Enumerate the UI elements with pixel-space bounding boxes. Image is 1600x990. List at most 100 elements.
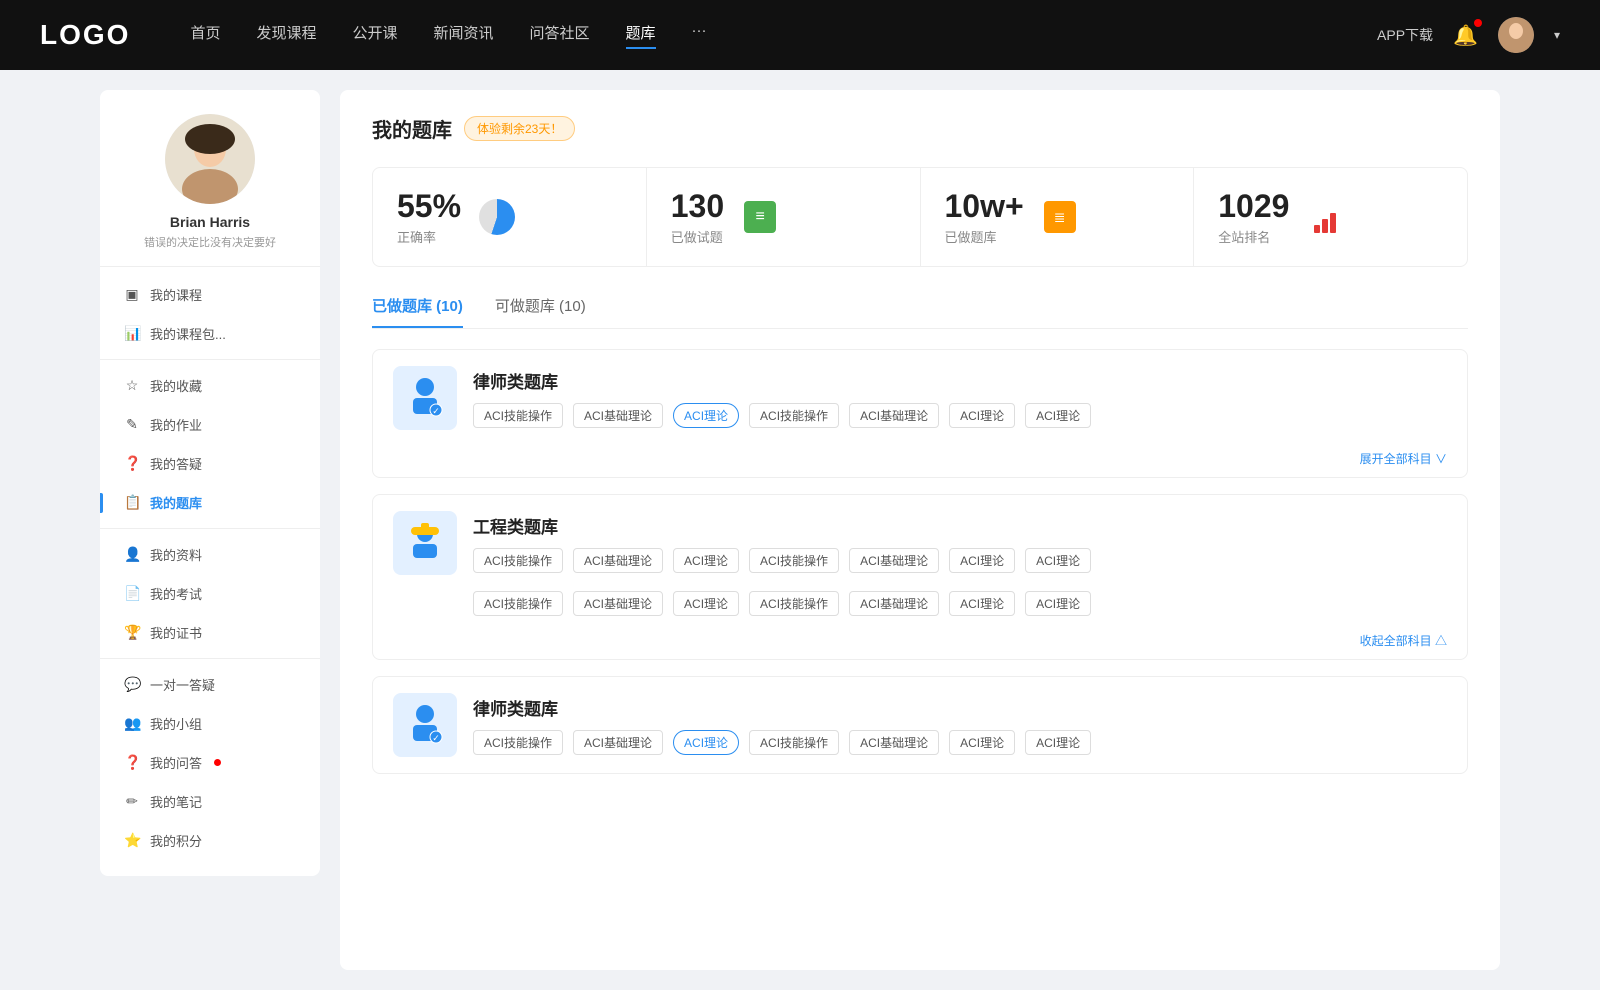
- stat-rank-label: 全站排名: [1218, 227, 1289, 246]
- sidebar-item-notes[interactable]: ✏ 我的笔记: [100, 782, 320, 821]
- stat-banks-value: 10w+: [945, 188, 1024, 225]
- bank-card-1-info: 律师类题库 ACI技能操作 ACI基础理论 ACI理论 ACI技能操作 ACI基…: [473, 368, 1447, 428]
- points-icon: ⭐: [124, 832, 140, 849]
- bank-tag[interactable]: ACI理论: [1025, 403, 1091, 428]
- sidebar-item-bank[interactable]: 📋 我的题库: [100, 483, 320, 522]
- bank-card-2-header: 工程类题库 ACI技能操作 ACI基础理论 ACI理论 ACI技能操作 ACI基…: [373, 495, 1467, 591]
- bank-card-3: ✓ 律师类题库 ACI技能操作 ACI基础理论 ACI理论 ACI技能操作 AC…: [372, 676, 1468, 774]
- sidebar-divider-1: [100, 359, 320, 360]
- stat-done-value: 130: [671, 188, 724, 225]
- svg-text:✓: ✓: [432, 406, 440, 416]
- bank-tag[interactable]: ACI技能操作: [473, 548, 563, 573]
- stat-accuracy: 55% 正确率: [373, 168, 647, 266]
- bank-tag[interactable]: ACI技能操作: [749, 403, 839, 428]
- sidebar: Brian Harris 错误的决定比没有决定要好 ▣ 我的课程 📊 我的课程包…: [100, 90, 320, 876]
- nav-home[interactable]: 首页: [190, 22, 220, 49]
- sidebar-menu: ▣ 我的课程 📊 我的课程包... ☆ 我的收藏 ✎ 我的作业 ❓ 我的答疑 📋: [100, 275, 320, 860]
- trial-badge[interactable]: 体验剩余23天！: [464, 116, 575, 141]
- bank-tag[interactable]: ACI技能操作: [749, 591, 839, 616]
- sidebar-item-label: 我的问答: [150, 753, 202, 772]
- avatar[interactable]: [1498, 17, 1534, 53]
- nav-more[interactable]: ···: [692, 22, 707, 49]
- bank-tag[interactable]: ACI技能操作: [473, 591, 563, 616]
- nav-bank[interactable]: 题库: [626, 22, 656, 49]
- sidebar-item-group[interactable]: 👥 我的小组: [100, 704, 320, 743]
- bank-tag[interactable]: ACI理论: [949, 548, 1015, 573]
- sidebar-item-label: 我的课程: [150, 285, 202, 304]
- sidebar-item-my-qa[interactable]: ❓ 我的问答: [100, 743, 320, 782]
- bar2: [1322, 219, 1328, 233]
- bank-tag[interactable]: ACI理论: [673, 591, 739, 616]
- bank-tag[interactable]: ACI基础理论: [849, 403, 939, 428]
- bank-tag[interactable]: ACI基础理论: [849, 548, 939, 573]
- group-icon: 👥: [124, 715, 140, 732]
- bank-tag[interactable]: ACI基础理论: [573, 730, 663, 755]
- bank-tag[interactable]: ACI技能操作: [749, 730, 839, 755]
- bank-tag[interactable]: ACI理论: [949, 591, 1015, 616]
- bank-card-3-header: ✓ 律师类题库 ACI技能操作 ACI基础理论 ACI理论 ACI技能操作 AC…: [373, 677, 1467, 773]
- sidebar-item-profile[interactable]: 👤 我的资料: [100, 535, 320, 574]
- user-chevron-icon[interactable]: ▾: [1554, 28, 1560, 42]
- sidebar-item-tutor[interactable]: 💬 一对一答疑: [100, 665, 320, 704]
- tab-done[interactable]: 已做题库 (10): [372, 295, 463, 328]
- notification-bell[interactable]: 🔔: [1453, 23, 1478, 48]
- bank-card-2-title: 工程类题库: [473, 513, 1447, 538]
- nav-news[interactable]: 新闻资讯: [434, 22, 494, 49]
- bank-tag[interactable]: ACI技能操作: [473, 403, 563, 428]
- bank-tag[interactable]: ACI基础理论: [573, 591, 663, 616]
- page-title: 我的题库: [372, 114, 452, 143]
- nav-discover[interactable]: 发现课程: [256, 22, 316, 49]
- stat-done-questions: 130 已做试题 ≡: [647, 168, 921, 266]
- bank-card-2-collapse[interactable]: 收起全部科目 △: [373, 628, 1467, 659]
- sidebar-profile: Brian Harris 错误的决定比没有决定要好: [100, 114, 320, 267]
- profile-icon: 👤: [124, 546, 140, 563]
- stat-rank-value: 1029: [1218, 188, 1289, 225]
- sidebar-item-label: 我的笔记: [150, 792, 202, 811]
- bank-tag[interactable]: ACI理论: [673, 548, 739, 573]
- notes-icon: ✏: [124, 793, 140, 810]
- bank-tag[interactable]: ACI技能操作: [749, 548, 839, 573]
- bank-tag[interactable]: ACI技能操作: [473, 730, 563, 755]
- sidebar-item-favorites[interactable]: ☆ 我的收藏: [100, 366, 320, 405]
- bank-tag[interactable]: ACI理论: [949, 403, 1015, 428]
- bank-tag[interactable]: ACI基础理论: [573, 403, 663, 428]
- sidebar-motto: 错误的决定比没有决定要好: [128, 234, 292, 250]
- bank-card-3-info: 律师类题库 ACI技能操作 ACI基础理论 ACI理论 ACI技能操作 ACI基…: [473, 695, 1447, 755]
- nav-qa[interactable]: 问答社区: [530, 22, 590, 49]
- bank-tag[interactable]: ACI基础理论: [849, 730, 939, 755]
- sidebar-item-exam[interactable]: 📄 我的考试: [100, 574, 320, 613]
- stat-accuracy-value: 55%: [397, 188, 461, 225]
- sidebar-item-questions[interactable]: ❓ 我的答疑: [100, 444, 320, 483]
- bank-tag[interactable]: ACI理论: [1025, 591, 1091, 616]
- bank-tag[interactable]: ACI理论: [1025, 548, 1091, 573]
- tab-available[interactable]: 可做题库 (10): [495, 295, 586, 328]
- bank-tag-active[interactable]: ACI理论: [673, 730, 739, 755]
- stat-done-label: 已做试题: [671, 227, 724, 246]
- sidebar-item-points[interactable]: ⭐ 我的积分: [100, 821, 320, 860]
- homework-icon: ✎: [124, 416, 140, 433]
- svg-text:✓: ✓: [432, 733, 440, 743]
- tutor-icon: 💬: [124, 676, 140, 693]
- sidebar-item-homework[interactable]: ✎ 我的作业: [100, 405, 320, 444]
- sidebar-divider-2: [100, 528, 320, 529]
- sidebar-item-cert[interactable]: 🏆 我的证书: [100, 613, 320, 652]
- app-download-button[interactable]: APP下载: [1377, 25, 1433, 45]
- logo[interactable]: LOGO: [40, 19, 130, 51]
- sidebar-username: Brian Harris: [170, 214, 250, 230]
- my-qa-icon: ❓: [124, 754, 140, 771]
- page-header: 我的题库 体验剩余23天！: [372, 114, 1468, 143]
- bank-card-1-expand[interactable]: 展开全部科目 ∨: [373, 446, 1467, 477]
- nav-open[interactable]: 公开课: [352, 22, 397, 49]
- doc-green-icon: ≡: [744, 201, 776, 233]
- bank-tag-active[interactable]: ACI理论: [673, 403, 739, 428]
- bank-tag[interactable]: ACI理论: [1025, 730, 1091, 755]
- sidebar-item-label: 我的作业: [150, 415, 202, 434]
- bank-tag[interactable]: ACI理论: [949, 730, 1015, 755]
- bank-tag[interactable]: ACI基础理论: [849, 591, 939, 616]
- sidebar-divider-3: [100, 658, 320, 659]
- bank-tag[interactable]: ACI基础理论: [573, 548, 663, 573]
- bank-card-2-tags-row2: ACI技能操作 ACI基础理论 ACI理论 ACI技能操作 ACI基础理论 AC…: [373, 591, 1467, 628]
- bar3: [1330, 213, 1336, 233]
- sidebar-item-course[interactable]: ▣ 我的课程: [100, 275, 320, 314]
- sidebar-item-package[interactable]: 📊 我的课程包...: [100, 314, 320, 353]
